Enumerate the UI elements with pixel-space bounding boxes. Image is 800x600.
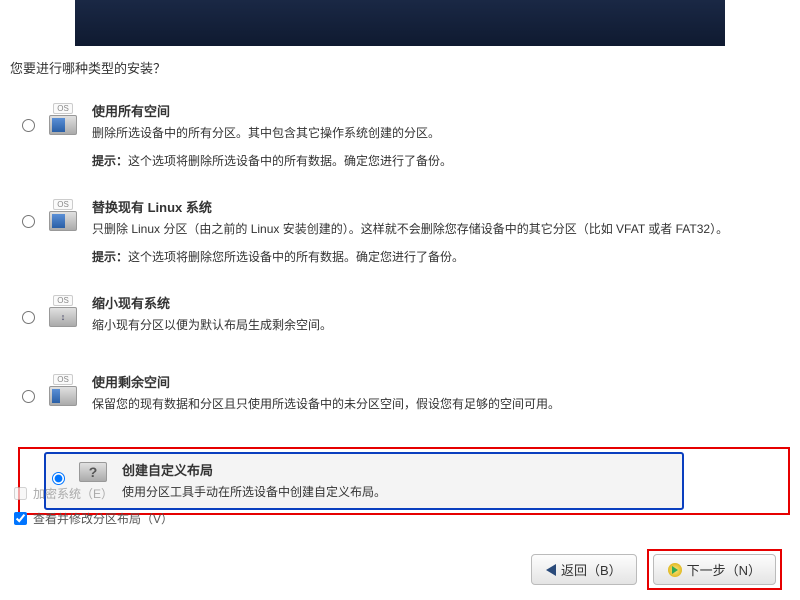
review-row[interactable]: 查看并修改分区布局（V） [14, 510, 173, 527]
install-type-question: 您要进行哪种类型的安装？ [10, 58, 790, 77]
header-banner [75, 0, 725, 46]
option-desc: 删除所选设备中的所有分区。其中包含其它操作系统创建的分区。 [92, 124, 786, 142]
disk-icon [49, 386, 77, 406]
arrow-left-icon [546, 564, 556, 576]
checkbox-review[interactable] [14, 512, 27, 525]
encrypt-row: 加密系统（E） [14, 485, 173, 502]
option-desc: 缩小现有分区以便为默认布局生成剩余空间。 [92, 316, 786, 334]
back-button[interactable]: 返回（B） [531, 554, 637, 585]
arrow-right-icon [668, 563, 682, 577]
option-shrink[interactable]: OS 缩小现有系统 缩小现有分区以便为默认布局生成剩余空间。 [18, 289, 790, 348]
option-title: 使用剩余空间 [92, 372, 786, 391]
next-button[interactable]: 下一步（N） [653, 554, 776, 585]
option-title: 缩小现有系统 [92, 293, 786, 312]
disk-icon [49, 211, 77, 231]
checkbox-group: 加密系统（E） 查看并修改分区布局（V） [14, 485, 173, 535]
option-replace-linux[interactable]: OS 替换现有 Linux 系统 只删除 Linux 分区（由之前的 Linux… [18, 193, 790, 269]
highlight-next-button: 下一步（N） [647, 549, 782, 590]
radio-custom-layout[interactable] [52, 472, 65, 485]
option-title: 创建自定义布局 [122, 460, 676, 479]
encrypt-label: 加密系统（E） [33, 485, 113, 502]
radio-free-space[interactable] [22, 390, 35, 403]
option-free-space[interactable]: OS 使用剩余空间 保留您的现有数据和分区且只使用所选设备中的未分区空间，假设您… [18, 368, 790, 427]
disk-icon-question [79, 462, 107, 482]
os-badge: OS [53, 295, 73, 306]
disk-icon [49, 115, 77, 135]
option-title: 使用所有空间 [92, 101, 786, 120]
os-badge: OS [53, 103, 73, 114]
checkbox-encrypt [14, 487, 27, 500]
option-tip: 提示：这个选项将删除所选设备中的所有数据。确定您进行了备份。 [92, 152, 786, 169]
os-badge: OS [53, 199, 73, 210]
os-badge: OS [53, 374, 73, 385]
option-desc: 保留您的现有数据和分区且只使用所选设备中的未分区空间，假设您有足够的空间可用。 [92, 395, 786, 413]
radio-use-all-space[interactable] [22, 119, 35, 132]
install-options-group: OS 使用所有空间 删除所选设备中的所有分区。其中包含其它操作系统创建的分区。 … [18, 97, 790, 515]
option-desc: 使用分区工具手动在所选设备中创建自定义布局。 [122, 483, 676, 501]
radio-replace-linux[interactable] [22, 215, 35, 228]
radio-shrink[interactable] [22, 311, 35, 324]
review-label: 查看并修改分区布局（V） [33, 510, 173, 527]
option-desc: 只删除 Linux 分区（由之前的 Linux 安装创建的）。这样就不会删除您存… [92, 220, 786, 238]
disk-icon [49, 307, 77, 327]
option-tip: 提示：这个选项将删除您所选设备中的所有数据。确定您进行了备份。 [92, 248, 786, 265]
footer-buttons: 返回（B） 下一步（N） [531, 549, 782, 590]
option-use-all-space[interactable]: OS 使用所有空间 删除所选设备中的所有分区。其中包含其它操作系统创建的分区。 … [18, 97, 790, 173]
option-title: 替换现有 Linux 系统 [92, 197, 786, 216]
